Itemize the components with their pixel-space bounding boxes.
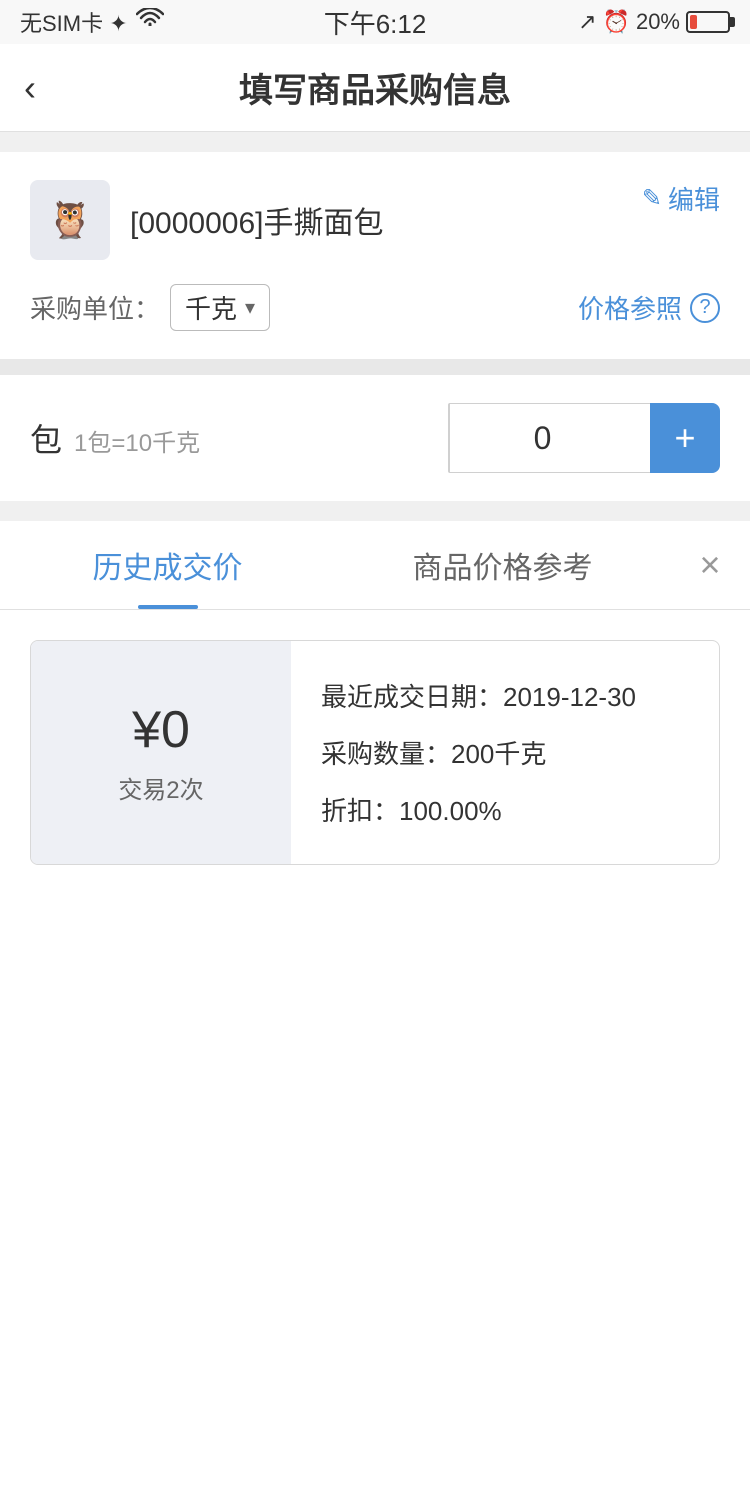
tab-product-price-label: 商品价格参考 (413, 543, 593, 587)
qty-input-group: + (448, 403, 720, 473)
discount-value: 100.00% (399, 796, 502, 826)
product-thumbnail: 🦉 (30, 180, 110, 260)
recent-date-value: 2019-12-30 (503, 682, 636, 712)
purchase-qty-line: 采购数量：200千克 (321, 734, 689, 771)
product-name: [0000006]手撕面包 (130, 198, 383, 242)
product-header: 🦉 [0000006]手撕面包 ✎ 编辑 (30, 180, 720, 260)
price-display: ¥0 (132, 700, 190, 760)
battery-percent: 20% (636, 9, 680, 35)
wifi-icon (136, 8, 164, 36)
tab-history-label: 历史成交价 (93, 543, 243, 587)
tab-history-price[interactable]: 历史成交价 (0, 521, 335, 609)
transaction-card: ¥0 交易2次 最近成交日期：2019-12-30 采购数量：200千克 折扣：… (30, 640, 720, 865)
nav-bar: ‹ 填写商品采购信息 (0, 44, 750, 132)
purchase-qty-label: 采购数量： (321, 739, 451, 769)
bottom-panel: 历史成交价 商品价格参考 × ¥0 交易2次 最近成交日期：2019-12-30… (0, 521, 750, 895)
card-area: ¥0 交易2次 最近成交日期：2019-12-30 采购数量：200千克 折扣：… (0, 610, 750, 895)
edit-button[interactable]: ✎ 编辑 (642, 180, 720, 217)
qty-label-group: 包 1包=10千克 (30, 415, 200, 461)
product-logo-icon: 🦉 (48, 199, 93, 241)
unit-label: 采购单位： (30, 289, 160, 326)
help-label: ? (699, 296, 710, 319)
status-right: ↗ ⏰ 20% (578, 9, 730, 35)
help-icon[interactable]: ? (690, 293, 720, 323)
unit-dropdown-arrow: ▾ (245, 295, 255, 320)
unit-value: 千克 (185, 289, 237, 326)
unit-row-left: 采购单位： 千克 ▾ (30, 284, 270, 331)
status-time: 下午6:12 (324, 4, 427, 41)
edit-label: 编辑 (668, 180, 720, 217)
price-ref-button[interactable]: 价格参照 ? (578, 289, 720, 326)
card-right: 最近成交日期：2019-12-30 采购数量：200千克 折扣：100.00% (291, 641, 719, 864)
white-space-area (0, 895, 750, 1495)
tab-close-button[interactable]: × (670, 521, 750, 609)
discount-line: 折扣：100.00% (321, 791, 689, 828)
edit-icon: ✎ (642, 184, 662, 213)
trade-count: 交易2次 (118, 770, 203, 805)
unit-select[interactable]: 千克 ▾ (170, 284, 270, 331)
status-left: 无SIM卡 ✦ (20, 6, 164, 38)
qty-input[interactable] (450, 403, 650, 473)
page-title: 填写商品采购信息 (239, 63, 511, 112)
qty-conversion-label: 1包=10千克 (74, 423, 200, 458)
price-ref-label: 价格参照 (578, 289, 682, 326)
product-section: 🦉 [0000006]手撕面包 ✎ 编辑 采购单位： 千克 ▾ 价格参照 ? (0, 152, 750, 359)
location-icon: ↗ (578, 9, 596, 35)
battery-icon (686, 11, 730, 33)
status-bar: 无SIM卡 ✦ 下午6:12 ↗ ⏰ 20% (0, 0, 750, 44)
discount-label: 折扣： (321, 796, 399, 826)
tab-product-price-ref[interactable]: 商品价格参考 (335, 521, 670, 609)
card-left: ¥0 交易2次 (31, 641, 291, 864)
alarm-icon: ⏰ (603, 9, 630, 35)
tabs-row: 历史成交价 商品价格参考 × (0, 521, 750, 610)
back-button[interactable]: ‹ (24, 67, 36, 109)
recent-date-line: 最近成交日期：2019-12-30 (321, 677, 689, 714)
section-divider (0, 359, 750, 375)
qty-plus-button[interactable]: + (650, 403, 720, 473)
purchase-qty-value: 200千克 (451, 739, 546, 769)
recent-date-label: 最近成交日期： (321, 682, 503, 712)
carrier-label: 无SIM卡 ✦ (20, 6, 128, 38)
product-unit-row: 采购单位： 千克 ▾ 价格参照 ? (30, 284, 720, 331)
quantity-section: 包 1包=10千克 + (0, 375, 750, 501)
product-left: 🦉 [0000006]手撕面包 (30, 180, 383, 260)
qty-unit-label: 包 (30, 415, 62, 461)
tab-active-underline (138, 605, 198, 609)
